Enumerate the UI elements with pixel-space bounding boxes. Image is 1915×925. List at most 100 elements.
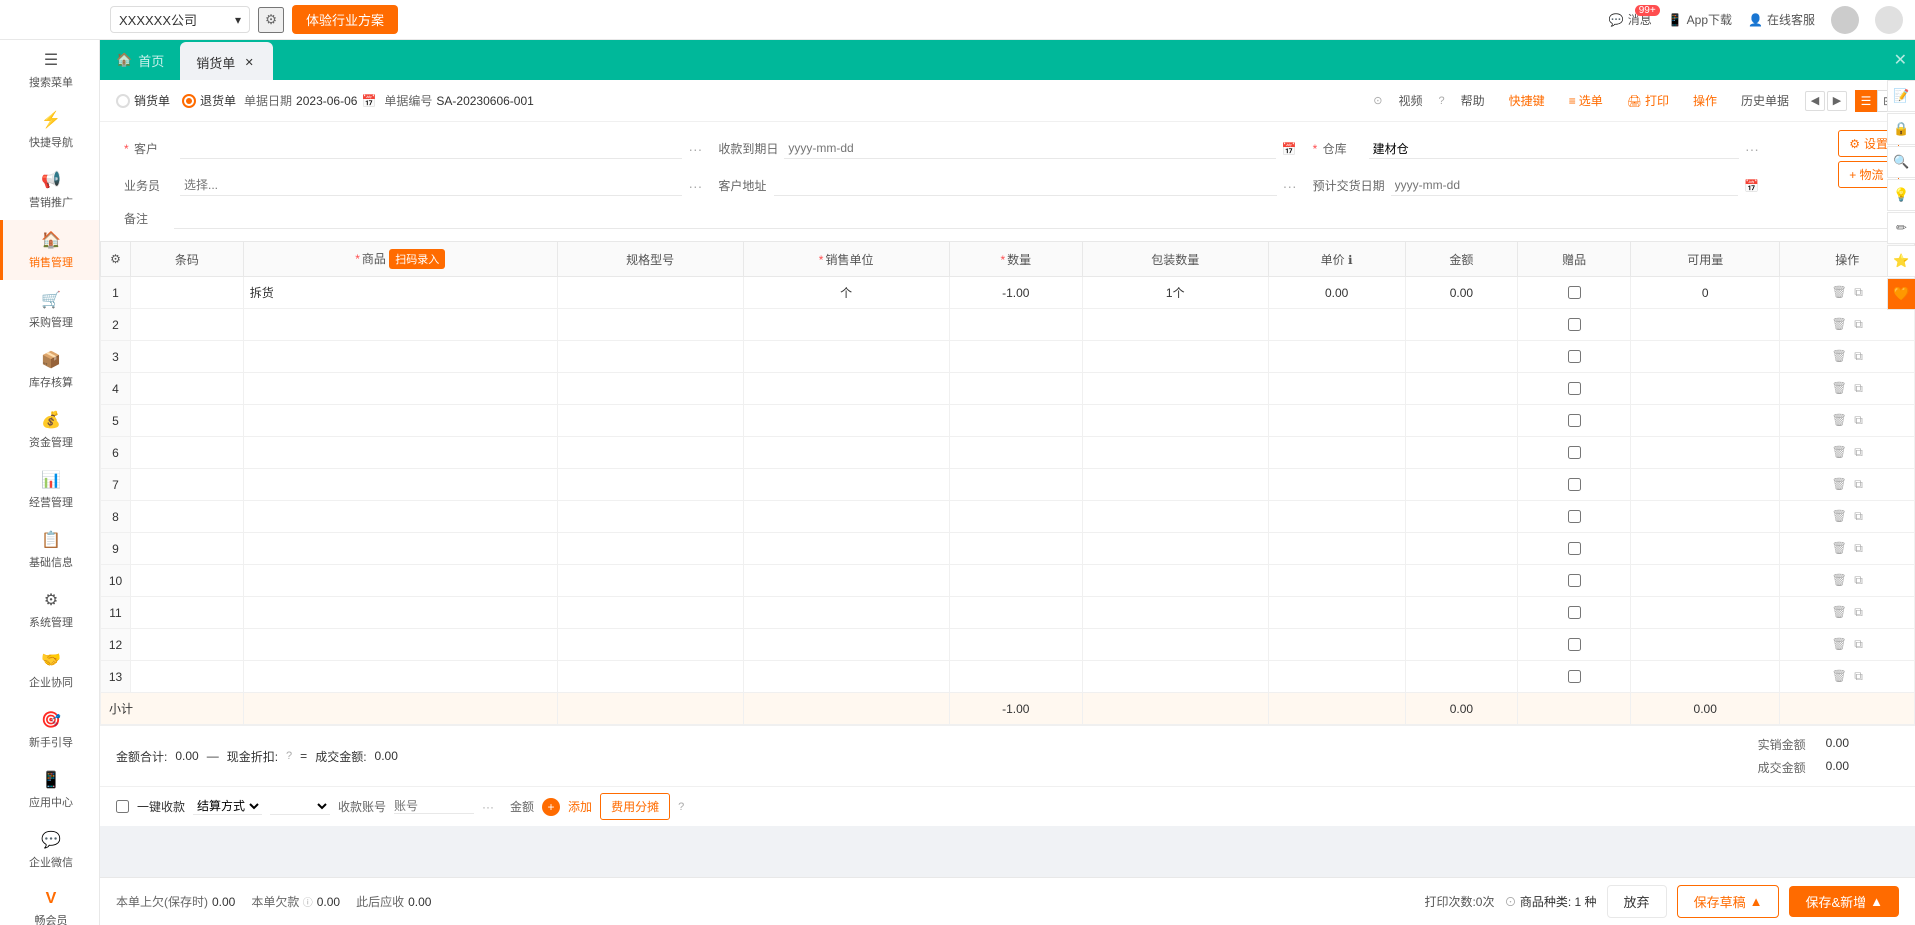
row-amount-1[interactable] — [1405, 309, 1518, 341]
row-spec-1[interactable] — [557, 309, 743, 341]
warehouse-input[interactable] — [1369, 138, 1739, 159]
row-price-1[interactable] — [1268, 309, 1405, 341]
row-product-6[interactable] — [243, 469, 557, 501]
sidebar-item-purchase[interactable]: 🛒 采购管理 — [0, 280, 99, 340]
copy-icon-10[interactable]: ⧉ — [1854, 605, 1863, 619]
row-price-11[interactable] — [1268, 629, 1405, 661]
scan-btn[interactable]: 扫码录入 — [389, 249, 445, 269]
gift-checkbox-0[interactable] — [1568, 286, 1581, 299]
due-date-input[interactable] — [784, 138, 1275, 159]
row-gift-7[interactable] — [1518, 501, 1631, 533]
addr-dots-icon[interactable]: ··· — [1283, 178, 1297, 194]
copy-icon-2[interactable]: ⧉ — [1854, 349, 1863, 363]
row-spec-8[interactable] — [557, 533, 743, 565]
row-qty-2[interactable] — [949, 341, 1082, 373]
row-spec-10[interactable] — [557, 597, 743, 629]
settlement-type-select[interactable] — [270, 798, 330, 815]
row-gift-5[interactable] — [1518, 437, 1631, 469]
row-pkg-qty-12[interactable] — [1082, 661, 1268, 693]
right-panel-btn-6[interactable]: ⭐ — [1887, 245, 1915, 277]
copy-icon-8[interactable]: ⧉ — [1854, 541, 1863, 555]
row-pkg-qty-1[interactable] — [1082, 309, 1268, 341]
calendar-icon[interactable]: 📅 — [361, 94, 376, 108]
row-spec-4[interactable] — [557, 405, 743, 437]
row-gift-1[interactable] — [1518, 309, 1631, 341]
row-spec-9[interactable] — [557, 565, 743, 597]
row-qty-7[interactable] — [949, 501, 1082, 533]
radio-sales[interactable]: 销货单 — [116, 92, 170, 109]
row-price-0[interactable]: 0.00 — [1268, 277, 1405, 309]
settings-gear-btn[interactable]: ⚙ — [258, 7, 284, 33]
row-qty-4[interactable] — [949, 405, 1082, 437]
row-unit-9[interactable] — [743, 565, 949, 597]
row-spec-5[interactable] — [557, 437, 743, 469]
row-product-3[interactable] — [243, 373, 557, 405]
sidebar-item-guide[interactable]: 🎯 新手引导 — [0, 700, 99, 760]
sidebar-item-marketing[interactable]: 📢 营销推广 — [0, 160, 99, 220]
row-unit-3[interactable] — [743, 373, 949, 405]
row-barcode-3[interactable] — [131, 373, 244, 405]
row-price-8[interactable] — [1268, 533, 1405, 565]
row-gift-2[interactable] — [1518, 341, 1631, 373]
dots-icon[interactable]: ··· — [482, 800, 494, 814]
row-barcode-6[interactable] — [131, 469, 244, 501]
sidebar-item-basic-info[interactable]: 📋 基础信息 — [0, 520, 99, 580]
save-draft-btn[interactable]: 保存草稿 ▲ — [1677, 885, 1780, 918]
row-price-9[interactable] — [1268, 565, 1405, 597]
salesperson-input[interactable] — [180, 175, 682, 196]
row-amount-9[interactable] — [1405, 565, 1518, 597]
sidebar-item-enterprise[interactable]: 🤝 企业协同 — [0, 640, 99, 700]
copy-icon-11[interactable]: ⧉ — [1854, 637, 1863, 651]
row-gift-6[interactable] — [1518, 469, 1631, 501]
gift-checkbox-3[interactable] — [1568, 382, 1581, 395]
tab-sales-order[interactable]: 销货单 ✕ — [180, 42, 273, 82]
row-barcode-0[interactable] — [131, 277, 244, 309]
gift-checkbox-5[interactable] — [1568, 446, 1581, 459]
delete-icon-10[interactable]: 🗑 — [1832, 605, 1847, 619]
note-input[interactable] — [174, 208, 1891, 229]
customer-dots-icon[interactable]: ··· — [688, 141, 702, 157]
row-pkg-qty-10[interactable] — [1082, 597, 1268, 629]
history-btn[interactable]: 历史单据 — [1733, 88, 1797, 113]
row-spec-12[interactable] — [557, 661, 743, 693]
row-barcode-11[interactable] — [131, 629, 244, 661]
expected-date-calendar-icon[interactable]: 📅 — [1744, 179, 1759, 193]
sidebar-item-app-center[interactable]: 📱 应用中心 — [0, 760, 99, 820]
row-amount-3[interactable] — [1405, 373, 1518, 405]
row-gift-9[interactable] — [1518, 565, 1631, 597]
gift-checkbox-7[interactable] — [1568, 510, 1581, 523]
gift-checkbox-11[interactable] — [1568, 638, 1581, 651]
row-unit-1[interactable] — [743, 309, 949, 341]
row-price-4[interactable] — [1268, 405, 1405, 437]
operation-btn[interactable]: 操作 — [1685, 88, 1725, 113]
row-product-12[interactable] — [243, 661, 557, 693]
row-pkg-qty-11[interactable] — [1082, 629, 1268, 661]
account-input[interactable] — [394, 799, 474, 814]
row-spec-0[interactable] — [557, 277, 743, 309]
list-view-btn[interactable]: ☰ — [1855, 90, 1877, 112]
sidebar-item-quick-nav[interactable]: ⚡ 快捷导航 — [0, 100, 99, 160]
row-gift-11[interactable] — [1518, 629, 1631, 661]
right-panel-btn-7[interactable]: 🧡 — [1887, 278, 1915, 310]
trial-btn[interactable]: 体验行业方案 — [292, 5, 398, 34]
row-barcode-4[interactable] — [131, 405, 244, 437]
delete-icon-4[interactable]: 🗑 — [1832, 413, 1847, 427]
row-gift-10[interactable] — [1518, 597, 1631, 629]
row-spec-6[interactable] — [557, 469, 743, 501]
salesperson-dots-icon[interactable]: ··· — [688, 178, 702, 194]
sidebar-item-system[interactable]: ⚙ 系统管理 — [0, 580, 99, 640]
row-price-6[interactable] — [1268, 469, 1405, 501]
row-unit-12[interactable] — [743, 661, 949, 693]
row-unit-5[interactable] — [743, 437, 949, 469]
online-service-btn[interactable]: 👤 在线客服 — [1748, 11, 1815, 28]
row-gift-3[interactable] — [1518, 373, 1631, 405]
row-barcode-8[interactable] — [131, 533, 244, 565]
delete-icon-9[interactable]: 🗑 — [1832, 573, 1847, 587]
delete-icon-5[interactable]: 🗑 — [1832, 445, 1847, 459]
sidebar-item-inventory[interactable]: 📦 库存核算 — [0, 340, 99, 400]
row-amount-10[interactable] — [1405, 597, 1518, 629]
row-qty-10[interactable] — [949, 597, 1082, 629]
row-price-3[interactable] — [1268, 373, 1405, 405]
row-unit-0[interactable]: 个 — [743, 277, 949, 309]
tab-close-btn[interactable]: ✕ — [241, 54, 257, 70]
